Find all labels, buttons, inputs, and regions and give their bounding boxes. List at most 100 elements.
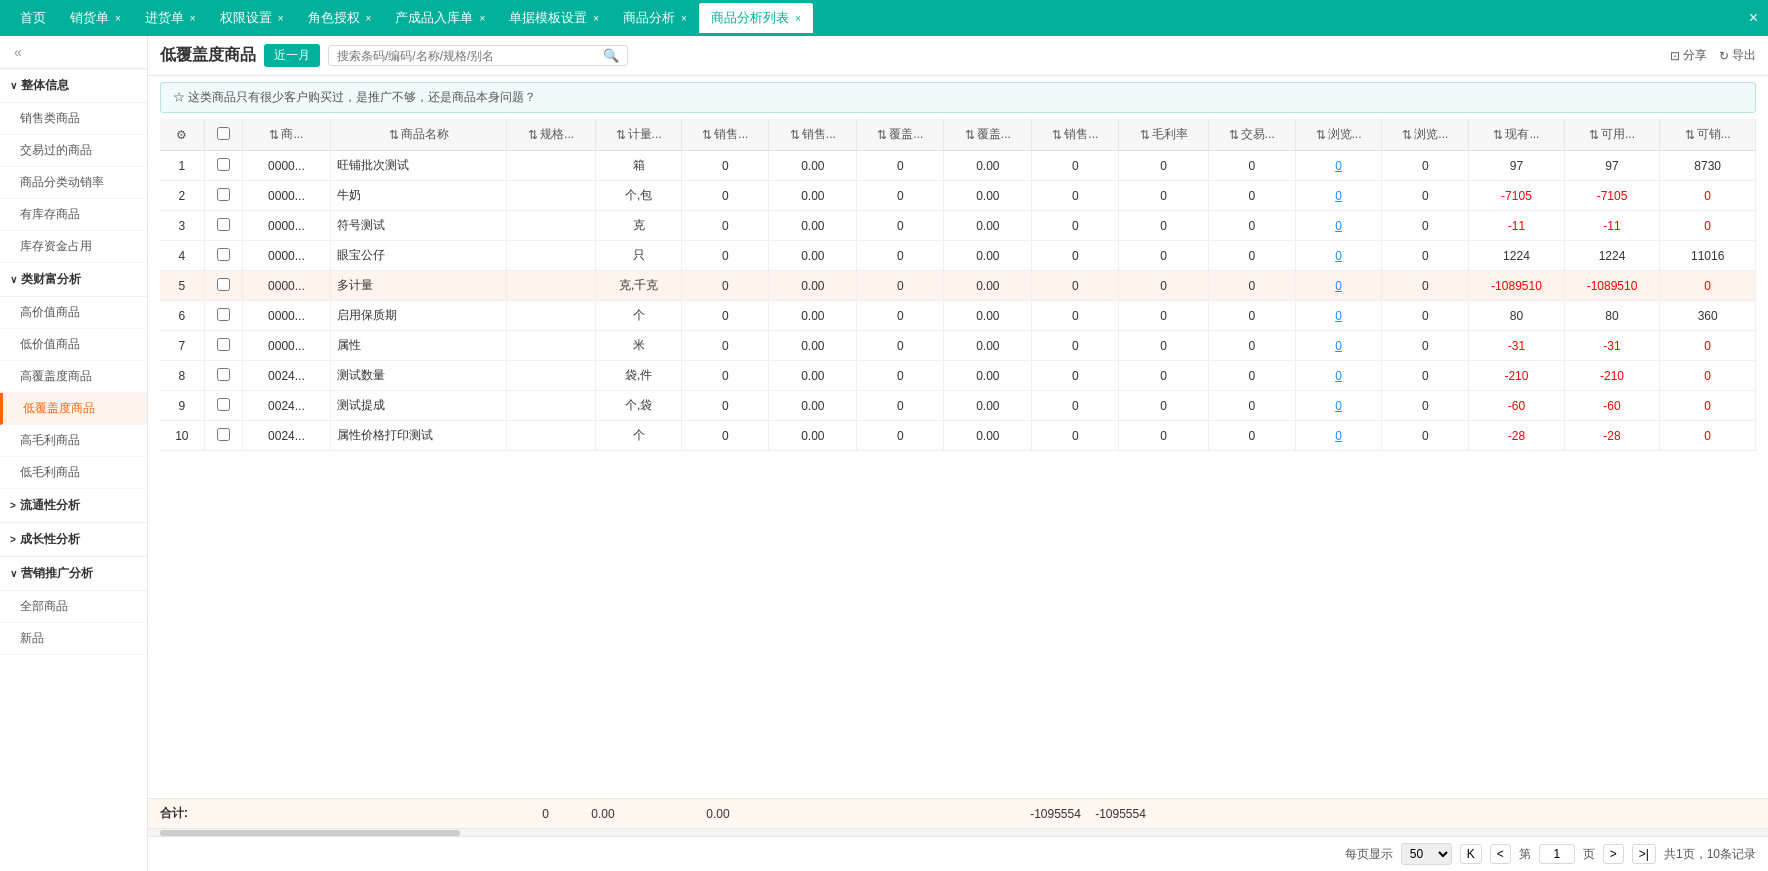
row-checkbox[interactable] xyxy=(204,331,242,361)
sidebar-collapse-button[interactable]: « xyxy=(8,42,28,62)
row-select-checkbox[interactable] xyxy=(217,398,230,411)
nav-tab-product-in[interactable]: 产成品入库单 × xyxy=(383,3,497,33)
last-page-button[interactable]: >| xyxy=(1632,844,1656,864)
nav-tab-template[interactable]: 单据模板设置 × xyxy=(497,3,611,33)
col-spec[interactable]: ⇅规格... xyxy=(507,119,595,151)
row-select-checkbox[interactable] xyxy=(217,158,230,171)
sidebar-item-high-value[interactable]: 高价值商品 xyxy=(0,297,147,329)
row-browse1[interactable]: 0 xyxy=(1295,211,1382,241)
col-browse1[interactable]: ⇅浏览... xyxy=(1295,119,1382,151)
sidebar-item-sales-goods[interactable]: 销售类商品 xyxy=(0,103,147,135)
nav-tab-permissions[interactable]: 权限设置 × xyxy=(208,3,296,33)
row-browse1[interactable]: 0 xyxy=(1295,241,1382,271)
col-name[interactable]: ⇅商品名称 xyxy=(331,119,507,151)
row-checkbox[interactable] xyxy=(204,361,242,391)
close-icon[interactable]: × xyxy=(681,13,687,24)
close-icon[interactable]: × xyxy=(366,13,372,24)
row-checkbox[interactable] xyxy=(204,181,242,211)
sidebar-group-general[interactable]: ∨ 整体信息 xyxy=(0,69,147,103)
row-select-checkbox[interactable] xyxy=(217,218,230,231)
sidebar-group-wealth[interactable]: ∨ 类财富分析 xyxy=(0,263,147,297)
row-checkbox[interactable] xyxy=(204,151,242,181)
sidebar-item-new-goods[interactable]: 新品 xyxy=(0,623,147,655)
row-browse1[interactable]: 0 xyxy=(1295,151,1382,181)
sidebar-item-low-margin[interactable]: 低毛利商品 xyxy=(0,457,147,489)
sidebar-item-stock-value[interactable]: 库存资金占用 xyxy=(0,231,147,263)
nav-tab-home[interactable]: 首页 xyxy=(8,3,58,33)
row-checkbox[interactable] xyxy=(204,391,242,421)
nav-tab-roles[interactable]: 角色授权 × xyxy=(296,3,384,33)
close-icon[interactable]: × xyxy=(795,13,801,24)
row-browse1[interactable]: 0 xyxy=(1295,361,1382,391)
row-browse1[interactable]: 0 xyxy=(1295,301,1382,331)
sidebar-item-high-coverage[interactable]: 高覆盖度商品 xyxy=(0,361,147,393)
row-checkbox[interactable] xyxy=(204,421,242,451)
row-browse1[interactable]: 0 xyxy=(1295,421,1382,451)
sidebar-item-all-goods[interactable]: 全部商品 xyxy=(0,591,147,623)
row-select-checkbox[interactable] xyxy=(217,248,230,261)
col-code[interactable]: ⇅商... xyxy=(242,119,330,151)
row-unit: 克,千克 xyxy=(595,271,682,301)
nav-tab-product-analysis[interactable]: 商品分析 × xyxy=(611,3,699,33)
sidebar-group-liquidity[interactable]: > 流通性分析 xyxy=(0,489,147,523)
col-cover1[interactable]: ⇅覆盖... xyxy=(857,119,944,151)
row-checkbox[interactable] xyxy=(204,211,242,241)
per-page-select[interactable]: 50 100 200 xyxy=(1401,843,1452,865)
close-icon[interactable]: × xyxy=(190,13,196,24)
col-sales1[interactable]: ⇅销售... xyxy=(682,119,769,151)
row-select-checkbox[interactable] xyxy=(217,188,230,201)
col-stock3[interactable]: ⇅可销... xyxy=(1660,119,1756,151)
close-icon[interactable]: × xyxy=(479,13,485,24)
row-checkbox[interactable] xyxy=(204,301,242,331)
col-margin[interactable]: ⇅毛利率 xyxy=(1119,119,1209,151)
sidebar-item-low-value[interactable]: 低价值商品 xyxy=(0,329,147,361)
row-checkbox[interactable] xyxy=(204,241,242,271)
col-stock1[interactable]: ⇅现有... xyxy=(1469,119,1565,151)
row-browse1[interactable]: 0 xyxy=(1295,391,1382,421)
prev-page-button[interactable]: < xyxy=(1490,844,1511,864)
col-unit[interactable]: ⇅计量... xyxy=(595,119,682,151)
page-number-input[interactable] xyxy=(1539,844,1575,864)
row-browse1[interactable]: 0 xyxy=(1295,331,1382,361)
col-sales3[interactable]: ⇅销售... xyxy=(1032,119,1119,151)
row-checkbox[interactable] xyxy=(204,271,242,301)
nav-tab-purchase[interactable]: 进货单 × xyxy=(133,3,208,33)
nav-tab-sales[interactable]: 销货单 × xyxy=(58,3,133,33)
close-icon[interactable]: × xyxy=(278,13,284,24)
row-select-checkbox[interactable] xyxy=(217,428,230,441)
row-select-checkbox[interactable] xyxy=(217,338,230,351)
next-page-button[interactable]: > xyxy=(1603,844,1624,864)
close-icon[interactable]: × xyxy=(593,13,599,24)
row-cover2: 0.00 xyxy=(944,181,1032,211)
sidebar-item-stocked-goods[interactable]: 有库存商品 xyxy=(0,199,147,231)
row-browse1[interactable]: 0 xyxy=(1295,181,1382,211)
share-button[interactable]: ⊡ 分享 xyxy=(1670,47,1707,64)
horizontal-scrollbar[interactable] xyxy=(148,828,1768,836)
row-select-checkbox[interactable] xyxy=(217,278,230,291)
row-browse2: 0 xyxy=(1382,331,1469,361)
sidebar-group-growth[interactable]: > 成长性分析 xyxy=(0,523,147,557)
sidebar-group-marketing[interactable]: ∨ 营销推广分析 xyxy=(0,557,147,591)
sidebar-item-high-margin[interactable]: 高毛利商品 xyxy=(0,425,147,457)
sidebar-item-low-coverage[interactable]: 低覆盖度商品 xyxy=(0,393,147,425)
select-all-checkbox[interactable] xyxy=(217,127,230,140)
search-input[interactable] xyxy=(337,49,603,63)
sidebar-item-category-rate[interactable]: 商品分类动销率 xyxy=(0,167,147,199)
row-browse1[interactable]: 0 xyxy=(1295,271,1382,301)
col-trade[interactable]: ⇅交易... xyxy=(1208,119,1295,151)
col-stock2[interactable]: ⇅可用... xyxy=(1564,119,1660,151)
col-browse2[interactable]: ⇅浏览... xyxy=(1382,119,1469,151)
nav-tab-product-analysis-list[interactable]: 商品分析列表 × xyxy=(699,3,813,33)
nav-close-button[interactable]: × xyxy=(1749,9,1758,27)
col-cover2[interactable]: ⇅覆盖... xyxy=(944,119,1032,151)
col-settings[interactable]: ⚙ xyxy=(160,119,204,151)
col-sales2[interactable]: ⇅销售... xyxy=(769,119,857,151)
first-page-button[interactable]: K xyxy=(1460,844,1482,864)
row-select-checkbox[interactable] xyxy=(217,308,230,321)
col-checkbox[interactable] xyxy=(204,119,242,151)
sidebar-item-traded-goods[interactable]: 交易过的商品 xyxy=(0,135,147,167)
time-filter-button[interactable]: 近一月 xyxy=(264,44,320,67)
close-icon[interactable]: × xyxy=(115,13,121,24)
row-select-checkbox[interactable] xyxy=(217,368,230,381)
export-button[interactable]: ↻ 导出 xyxy=(1719,47,1756,64)
